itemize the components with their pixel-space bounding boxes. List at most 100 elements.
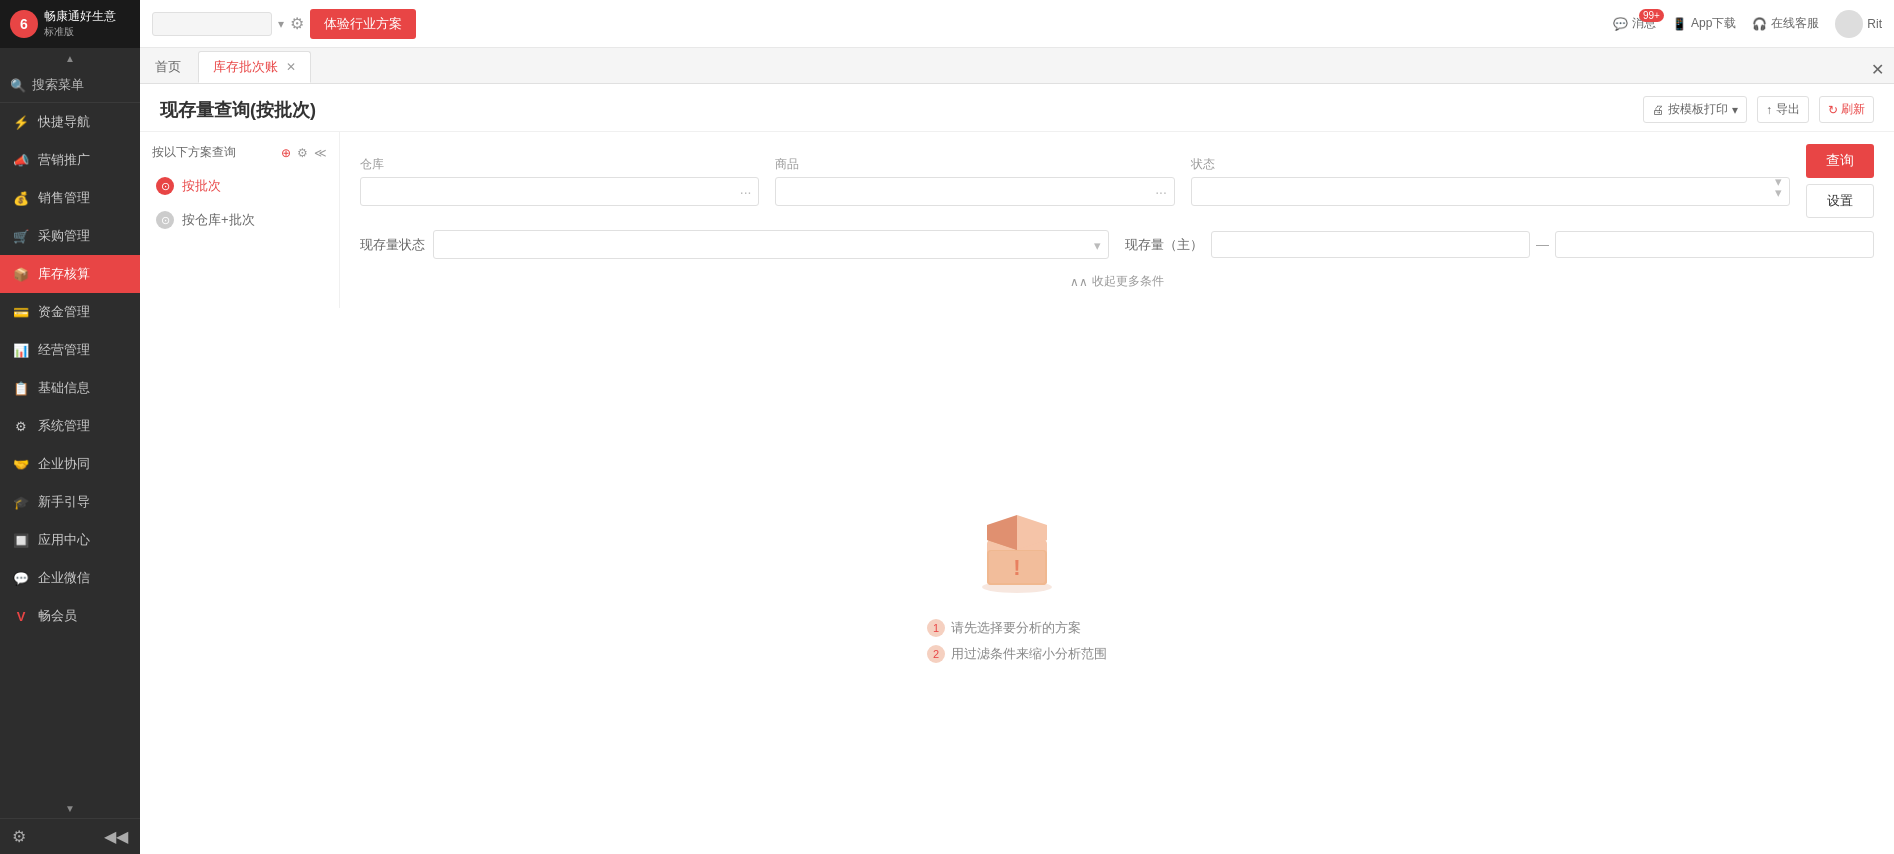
sidebar-item-enterprise[interactable]: 🤝 企业协同 bbox=[0, 445, 140, 483]
empty-state: ! 1 请先选择要分析的方案 2 用过滤条件来缩小分析范围 bbox=[140, 308, 1894, 854]
stock-qty-to[interactable] bbox=[1555, 231, 1874, 258]
tab-home-label: 首页 bbox=[155, 58, 181, 76]
export-btn[interactable]: ↑ 导出 bbox=[1757, 96, 1809, 123]
tip-2-text: 用过滤条件来缩小分析范围 bbox=[951, 641, 1107, 667]
sidebar-item-wechat[interactable]: 💬 企业微信 bbox=[0, 559, 140, 597]
sidebar: 6 畅康通好生意 标准版 ▲ 🔍 搜索菜单 ⚡ 快捷导航 📣 营销推广 💰 销售… bbox=[0, 0, 140, 854]
tip-1-text: 请先选择要分析的方案 bbox=[951, 615, 1081, 641]
enterprise-icon: 🤝 bbox=[12, 455, 30, 473]
stock-qty-from[interactable] bbox=[1211, 231, 1530, 258]
product-filter-field: 商品 ··· bbox=[775, 156, 1174, 206]
app-download-btn[interactable]: 📱 App下载 bbox=[1672, 15, 1736, 32]
member-icon: V bbox=[12, 607, 30, 625]
sidebar-item-member[interactable]: V 畅会员 bbox=[0, 597, 140, 635]
sidebar-item-finance[interactable]: 💳 资金管理 bbox=[0, 293, 140, 331]
messages-btn[interactable]: 💬 消息 99+ bbox=[1613, 15, 1656, 32]
beginner-icon: 🎓 bbox=[12, 493, 30, 511]
page-content: 现存量查询(按批次) 🖨 按模板打印 ▾ ↑ 导出 ↻ 刷新 bbox=[140, 84, 1894, 854]
tab-home[interactable]: 首页 bbox=[140, 51, 196, 83]
search-menu-label: 搜索菜单 bbox=[32, 76, 84, 94]
sidebar-item-label: 畅会员 bbox=[38, 607, 77, 625]
sidebar-item-label: 采购管理 bbox=[38, 227, 90, 245]
tab-inventory-batch-label: 库存批次账 bbox=[213, 58, 278, 76]
sidebar-item-purchase[interactable]: 🛒 采购管理 bbox=[0, 217, 140, 255]
app-download-label: App下载 bbox=[1691, 15, 1736, 32]
batch-scheme-icon: ⊙ bbox=[156, 177, 174, 195]
sidebar-item-label: 经营管理 bbox=[38, 341, 90, 359]
app-info: 畅康通好生意 标准版 bbox=[44, 9, 116, 39]
add-scheme-icon[interactable]: ⊕ bbox=[281, 146, 291, 160]
settings-scheme-icon[interactable]: ⚙ bbox=[297, 146, 308, 160]
export-label: 导出 bbox=[1776, 101, 1800, 118]
sidebar-item-inventory[interactable]: 📦 库存核算 bbox=[0, 255, 140, 293]
system-icon: ⚙ bbox=[12, 417, 30, 435]
tip-1-num: 1 bbox=[927, 619, 945, 637]
query-btn[interactable]: 查询 bbox=[1806, 144, 1874, 178]
warehouse-more-icon[interactable]: ··· bbox=[740, 184, 752, 200]
search-input[interactable] bbox=[152, 12, 272, 36]
status-select[interactable] bbox=[1191, 177, 1790, 206]
product-more-icon[interactable]: ··· bbox=[1155, 184, 1167, 200]
empty-tip-2: 2 用过滤条件来缩小分析范围 bbox=[927, 641, 1107, 667]
collapse-more-btn[interactable]: ∧∧ 收起更多条件 bbox=[360, 267, 1874, 296]
warehouse-input[interactable] bbox=[360, 177, 759, 206]
close-tab-btn[interactable]: ✕ bbox=[1871, 60, 1884, 79]
sidebar-item-app-center[interactable]: 🔲 应用中心 bbox=[0, 521, 140, 559]
scroll-up-btn[interactable]: ▲ bbox=[0, 48, 140, 68]
stock-status-select[interactable] bbox=[433, 230, 1109, 259]
tip-2-num: 2 bbox=[927, 645, 945, 663]
experience-btn[interactable]: 体验行业方案 bbox=[310, 9, 416, 39]
topbar-right: 💬 消息 99+ 📱 App下载 🎧 在线客服 Rit bbox=[1613, 10, 1882, 38]
dropdown-arrow-icon[interactable]: ▾ bbox=[278, 17, 284, 31]
purchase-icon: 🛒 bbox=[12, 227, 30, 245]
tab-close-icon[interactable]: ✕ bbox=[286, 60, 296, 74]
scroll-down-btn[interactable]: ▼ bbox=[0, 798, 140, 818]
company-name: 畅康通好生意 bbox=[44, 9, 116, 25]
collapse-scheme-icon[interactable]: ≪ bbox=[314, 146, 327, 160]
online-service-btn[interactable]: 🎧 在线客服 bbox=[1752, 15, 1819, 32]
tab-inventory-batch[interactable]: 库存批次账 ✕ bbox=[198, 51, 311, 83]
settings-icon[interactable]: ⚙ bbox=[12, 827, 26, 846]
print-btn[interactable]: 🖨 按模板打印 ▾ bbox=[1643, 96, 1747, 123]
sidebar-item-basic[interactable]: 📋 基础信息 bbox=[0, 369, 140, 407]
refresh-btn[interactable]: ↻ 刷新 bbox=[1819, 96, 1874, 123]
sidebar-item-marketing[interactable]: 📣 营销推广 bbox=[0, 141, 140, 179]
filter-option-by-warehouse-batch[interactable]: ⊙ 按仓库+批次 bbox=[140, 203, 339, 237]
sidebar-item-label: 快捷导航 bbox=[38, 113, 90, 131]
filter-row-2: 现存量状态 ▾ 现存量（主） — bbox=[360, 230, 1874, 259]
inventory-icon: 📦 bbox=[12, 265, 30, 283]
printer-icon: 🖨 bbox=[1652, 103, 1664, 117]
sidebar-item-quick-nav[interactable]: ⚡ 快捷导航 bbox=[0, 103, 140, 141]
empty-tip-1: 1 请先选择要分析的方案 bbox=[927, 615, 1107, 641]
warehouse-filter-field: 仓库 ··· bbox=[360, 156, 759, 206]
warehouse-label: 仓库 bbox=[360, 156, 759, 173]
settings-btn[interactable]: 设置 bbox=[1806, 184, 1874, 218]
settings-gear-icon[interactable]: ⚙ bbox=[290, 14, 304, 33]
collapse-sidebar-icon[interactable]: ◀◀ bbox=[104, 827, 128, 846]
wechat-icon: 💬 bbox=[12, 569, 30, 587]
stock-qty-label: 现存量（主） bbox=[1125, 236, 1203, 254]
search-menu-btn[interactable]: 🔍 搜索菜单 bbox=[0, 68, 140, 103]
version-label: 标准版 bbox=[44, 25, 116, 39]
app-logo: 6 bbox=[10, 10, 38, 38]
product-input-wrap: ··· bbox=[775, 177, 1174, 206]
empty-illustration: ! bbox=[967, 495, 1067, 595]
sidebar-item-label: 新手引导 bbox=[38, 493, 90, 511]
sidebar-item-label: 营销推广 bbox=[38, 151, 90, 169]
sidebar-item-operation[interactable]: 📊 经营管理 bbox=[0, 331, 140, 369]
user-profile-btn[interactable]: Rit bbox=[1835, 10, 1882, 38]
filter-row-1: 仓库 ··· 商品 ··· 状态 bbox=[360, 144, 1874, 218]
product-input[interactable] bbox=[775, 177, 1174, 206]
warehouse-batch-scheme-icon: ⊙ bbox=[156, 211, 174, 229]
sidebar-item-sales[interactable]: 💰 销售管理 bbox=[0, 179, 140, 217]
sidebar-item-label: 资金管理 bbox=[38, 303, 90, 321]
filter-option-label: 按批次 bbox=[182, 177, 221, 195]
sidebar-item-system[interactable]: ⚙ 系统管理 bbox=[0, 407, 140, 445]
filter-sidebar-icons: ⊕ ⚙ ≪ bbox=[281, 146, 327, 160]
filter-area: 按以下方案查询 ⊕ ⚙ ≪ ⊙ 按批次 ⊙ 按仓库+批次 bbox=[140, 132, 1894, 308]
sidebar-item-beginner[interactable]: 🎓 新手引导 bbox=[0, 483, 140, 521]
svg-text:!: ! bbox=[1013, 555, 1020, 580]
empty-icon: ! bbox=[967, 495, 1067, 595]
stock-qty-range: — bbox=[1211, 231, 1874, 258]
filter-option-by-batch[interactable]: ⊙ 按批次 bbox=[140, 169, 339, 203]
